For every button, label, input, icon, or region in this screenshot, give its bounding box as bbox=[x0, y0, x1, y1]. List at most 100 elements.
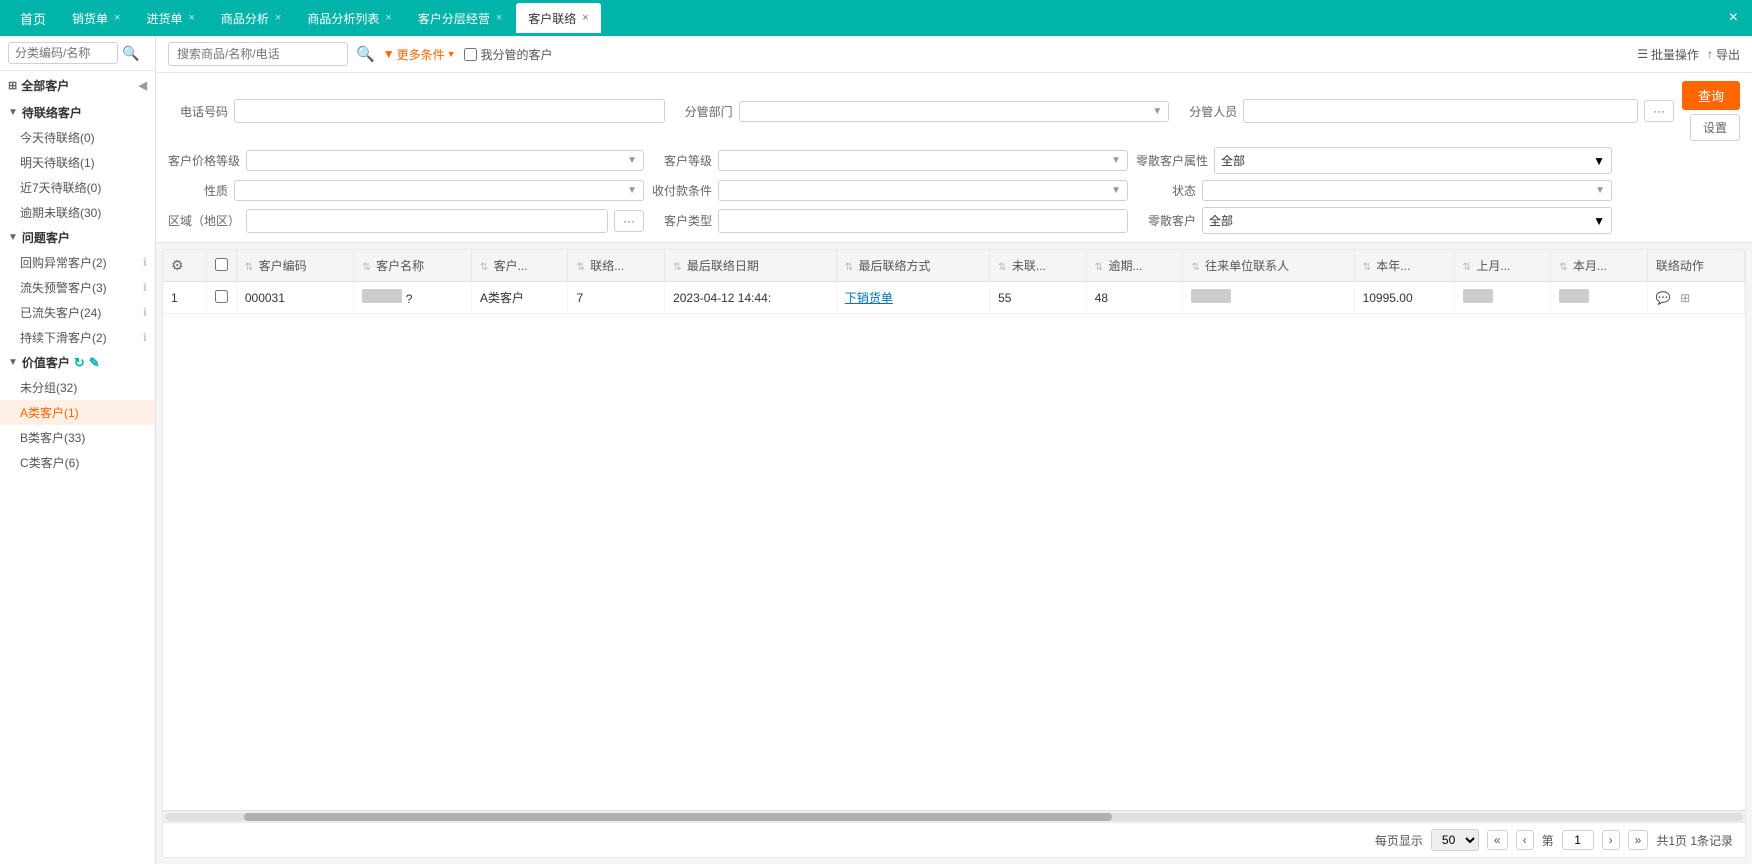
sidebar-item-churn-warning[interactable]: 流失预警客户(3) ℹ bbox=[0, 275, 155, 300]
table-header-row: ⚙ ⇅ 客户编码 ⇅ 客户名称 bbox=[163, 250, 1745, 282]
tab-purchase-close[interactable]: × bbox=[188, 12, 194, 24]
sidebar-item-declining[interactable]: 持续下滑客户(2) ℹ bbox=[0, 325, 155, 350]
tab-purchase[interactable]: 进货单 × bbox=[134, 3, 206, 33]
tab-customer-contact-close[interactable]: × bbox=[582, 12, 588, 24]
dept-select[interactable]: ▼ bbox=[739, 101, 1170, 122]
sidebar-item-tomorrow[interactable]: 明天待联络(1) bbox=[0, 150, 155, 175]
th-contact[interactable]: ⇅ 联络... bbox=[568, 250, 665, 282]
td-last-contact-way[interactable]: 下销货单 bbox=[836, 282, 989, 314]
collapse-sidebar-icon[interactable]: ◀ bbox=[139, 79, 147, 92]
refresh-icon[interactable]: ↻ bbox=[74, 355, 85, 371]
sidebar-item-class-b[interactable]: B类客户(33) bbox=[0, 425, 155, 450]
sidebar-group-pending[interactable]: ▼ 待联络客户 bbox=[0, 100, 155, 125]
page-size-select[interactable]: 50 bbox=[1431, 829, 1479, 851]
tab-sales[interactable]: 销货单 × bbox=[60, 3, 132, 33]
gear-icon[interactable]: ⚙ bbox=[171, 257, 184, 273]
tab-analysis-list-close[interactable]: × bbox=[385, 12, 391, 24]
more-conditions-button[interactable]: ▼ 更多条件 ▼ bbox=[383, 46, 456, 63]
edit-icon[interactable]: ✎ bbox=[89, 355, 100, 371]
filter-region: 区域（地区） ··· bbox=[168, 209, 644, 233]
sidebar-item-overdue[interactable]: 逾期未联络(30) bbox=[0, 200, 155, 225]
sidebar-search-input[interactable] bbox=[8, 42, 118, 64]
grid-action-icon[interactable]: ⊞ bbox=[1680, 291, 1690, 305]
next-page-button[interactable]: › bbox=[1602, 830, 1620, 850]
th-unit-contact[interactable]: ⇅ 往来单位联系人 bbox=[1183, 250, 1354, 282]
info-icon-1: ℹ bbox=[143, 256, 147, 269]
settings-button[interactable]: 设置 bbox=[1690, 114, 1740, 141]
sidebar-search-icon[interactable]: 🔍 bbox=[122, 45, 139, 62]
filter-phone: 电话号码 bbox=[168, 99, 665, 123]
payment-arrow: ▼ bbox=[1111, 185, 1121, 196]
sidebar-item-today[interactable]: 今天待联络(0) bbox=[0, 125, 155, 150]
retail-attr-label: 零散客户属性 bbox=[1136, 152, 1208, 169]
manager-input[interactable] bbox=[1243, 99, 1638, 123]
th-last-month[interactable]: ⇅ 上月... bbox=[1454, 250, 1551, 282]
first-page-button[interactable]: « bbox=[1487, 830, 1508, 850]
sidebar-group-value[interactable]: ▼ 价值客户 ↻ ✎ bbox=[0, 350, 155, 375]
phone-input[interactable] bbox=[234, 99, 665, 123]
tab-customer-segment-close[interactable]: × bbox=[496, 12, 502, 24]
query-button[interactable]: 查询 bbox=[1682, 81, 1740, 110]
th-last-contact-date[interactable]: ⇅ 最后联络日期 bbox=[665, 250, 837, 282]
my-customers-checkbox-label[interactable]: 我分管的客户 bbox=[464, 46, 553, 63]
th-settings[interactable]: ⚙ bbox=[163, 250, 206, 282]
customer-level-select[interactable]: ▼ bbox=[718, 150, 1128, 171]
tab-customer-contact[interactable]: 客户联络 × bbox=[516, 3, 600, 33]
retail-attr-select[interactable]: 全部 ▼ bbox=[1214, 147, 1612, 174]
tab-home[interactable]: 首页 bbox=[8, 3, 58, 33]
table-scroll[interactable]: ⚙ ⇅ 客户编码 ⇅ 客户名称 bbox=[163, 250, 1745, 810]
th-no-contact[interactable]: ⇅ 未联... bbox=[990, 250, 1087, 282]
tab-customer-segment[interactable]: 客户分层经营 × bbox=[406, 3, 514, 33]
manager-dots-button[interactable]: ··· bbox=[1644, 100, 1674, 122]
sidebar-item-unclassified[interactable]: 未分组(32) bbox=[0, 375, 155, 400]
close-all-button[interactable]: × bbox=[1723, 7, 1744, 29]
th-code[interactable]: ⇅ 客户编码 bbox=[236, 250, 354, 282]
region-dots-button[interactable]: ··· bbox=[614, 210, 644, 232]
sidebar-item-repurchase-abnormal[interactable]: 回购异常客户(2) ℹ bbox=[0, 250, 155, 275]
region-input[interactable] bbox=[246, 209, 608, 233]
bottom-scrollbar[interactable] bbox=[163, 810, 1745, 822]
tab-sales-close[interactable]: × bbox=[114, 12, 120, 24]
page-number-input[interactable] bbox=[1562, 830, 1594, 850]
sidebar-item-class-a[interactable]: A类客户(1) bbox=[0, 400, 155, 425]
batch-op-button[interactable]: ☰ 批量操作 bbox=[1637, 46, 1699, 63]
customer-type-input[interactable] bbox=[718, 209, 1128, 233]
status-select[interactable]: ▼ bbox=[1202, 180, 1612, 201]
row-checkbox[interactable] bbox=[215, 290, 228, 303]
retail-customer-select[interactable]: 全部 ▼ bbox=[1202, 207, 1612, 234]
th-type[interactable]: ⇅ 客户... bbox=[471, 250, 568, 282]
th-this-year[interactable]: ⇅ 本年... bbox=[1354, 250, 1454, 282]
sort-icon-last-month: ⇅ bbox=[1463, 262, 1471, 273]
sidebar-group-problem[interactable]: ▼ 问题客户 bbox=[0, 225, 155, 250]
last-page-button[interactable]: » bbox=[1628, 830, 1649, 850]
th-last-contact-way[interactable]: ⇅ 最后联络方式 bbox=[836, 250, 989, 282]
contact-way-link[interactable]: 下销货单 bbox=[845, 291, 893, 305]
tab-analysis-list[interactable]: 商品分析列表 × bbox=[295, 3, 403, 33]
batch-icon: ☰ bbox=[1637, 47, 1648, 61]
prev-page-button[interactable]: ‹ bbox=[1516, 830, 1534, 850]
payment-select[interactable]: ▼ bbox=[718, 180, 1128, 201]
chat-action-icon[interactable]: 💬 bbox=[1656, 291, 1671, 305]
chevron-down-icon: ▼ bbox=[447, 49, 456, 59]
sidebar-item-class-c[interactable]: C类客户(6) bbox=[0, 450, 155, 475]
th-overdue[interactable]: ⇅ 逾期... bbox=[1086, 250, 1183, 282]
tab-analysis-close[interactable]: × bbox=[275, 12, 281, 24]
sidebar-item-churned[interactable]: 已流失客户(24) ℹ bbox=[0, 300, 155, 325]
phone-label: 电话号码 bbox=[168, 103, 228, 120]
sidebar-item-7days[interactable]: 近7天待联络(0) bbox=[0, 175, 155, 200]
tab-analysis[interactable]: 商品分析 × bbox=[209, 3, 293, 33]
nature-select[interactable]: ▼ bbox=[234, 180, 644, 201]
all-customers-header[interactable]: ⊞ 全部客户 ◀ bbox=[0, 71, 155, 100]
th-name[interactable]: ⇅ 客户名称 bbox=[354, 250, 472, 282]
my-customers-checkbox[interactable] bbox=[464, 48, 477, 61]
retail-attr-arrow: ▼ bbox=[1593, 154, 1605, 168]
select-all-checkbox[interactable] bbox=[215, 258, 228, 271]
sort-icon-this-month: ⇅ bbox=[1559, 262, 1567, 273]
grid-icon: ⊞ bbox=[8, 79, 17, 92]
filter-search-button[interactable]: 🔍 bbox=[356, 45, 375, 63]
price-level-select[interactable]: ▼ bbox=[246, 150, 644, 171]
export-button[interactable]: ↑ 导出 bbox=[1707, 46, 1740, 63]
td-num: 1 bbox=[163, 282, 206, 314]
filter-search-input[interactable] bbox=[168, 42, 348, 66]
th-this-month[interactable]: ⇅ 本月... bbox=[1551, 250, 1648, 282]
